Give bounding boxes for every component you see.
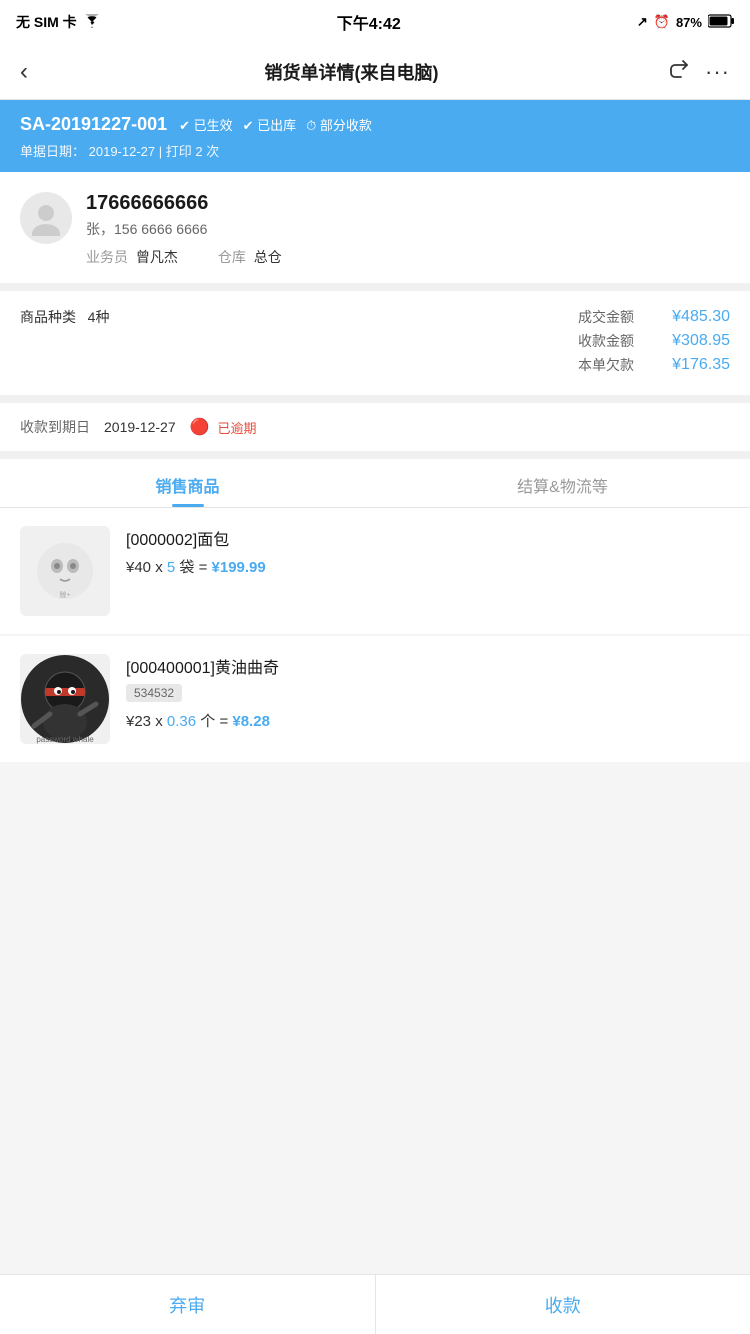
status-effected: ✔ 已生效 xyxy=(179,115,233,134)
amount-value: ¥485.30 xyxy=(650,308,730,326)
summary-right: 成交金额 ¥485.30 收款金额 ¥308.95 本单欠款 ¥176.35 xyxy=(578,307,730,379)
salesperson-label: 业务员 xyxy=(86,249,128,265)
overdue-badge: 已逾期 xyxy=(218,418,257,437)
customer-phone: 17666666666 xyxy=(86,192,730,215)
overdue-icon: 🔴 xyxy=(190,417,210,437)
amount-row: 成交金额 ¥485.30 xyxy=(578,307,730,327)
svg-text:password whale: password whale xyxy=(36,735,94,744)
wifi-icon xyxy=(83,14,101,31)
status-shipped: ✔ 已出库 xyxy=(243,115,297,134)
alarm-icon: ⏰ xyxy=(654,14,670,30)
product-type: 商品种类 4种 xyxy=(20,307,109,327)
cancel-review-button[interactable]: 弃审 xyxy=(0,1275,376,1334)
status-left: 无 SIM 卡 xyxy=(16,12,101,32)
order-id: SA-20191227-001 xyxy=(20,114,167,135)
owed-value: ¥176.35 xyxy=(650,356,730,374)
status-right: ↗ ⏰ 87% xyxy=(637,14,734,31)
page-title: 销货单详情(来自电脑) xyxy=(265,59,439,85)
sim-status: 无 SIM 卡 xyxy=(16,12,77,32)
due-section: 收款到期日 2019-12-27 🔴 已逾期 xyxy=(0,403,750,459)
print-separator: | 打印 xyxy=(159,144,196,159)
summary-section: 商品种类 4种 成交金额 ¥485.30 收款金额 ¥308.95 本单欠款 ¥… xyxy=(0,291,750,403)
amount-label: 成交金额 xyxy=(578,307,634,327)
back-button[interactable]: ‹ xyxy=(20,54,36,90)
customer-avatar xyxy=(20,192,72,244)
order-banner: SA-20191227-001 ✔ 已生效 ✔ 已出库 ⏱ 部分收款 单据日期：… xyxy=(0,100,750,172)
salesperson-field: 业务员 曾凡杰 xyxy=(86,247,178,267)
tabs-section: 销售商品 结算&物流等 xyxy=(0,459,750,508)
date-label: 单据日期： xyxy=(20,144,85,159)
tab-settlement-logistics[interactable]: 结算&物流等 xyxy=(375,459,750,507)
type-value: 4种 xyxy=(88,309,110,325)
received-row: 收款金额 ¥308.95 xyxy=(578,331,730,351)
status-time: 下午4:42 xyxy=(337,10,401,34)
products-section: 鲸+ [0000002]面包 ¥40 x 5 袋 = ¥199.99 xyxy=(0,508,750,762)
product-sku-badge: 534532 xyxy=(126,684,182,702)
salesperson-value: 曾凡杰 xyxy=(136,249,178,265)
received-value: ¥308.95 xyxy=(650,332,730,350)
due-label: 收款到期日 xyxy=(20,417,90,437)
order-date: 2019-12-27 xyxy=(89,144,156,159)
status-partial-paid: ⏱ 部分收款 xyxy=(306,115,372,134)
product-name-cookie: [000400001]黄油曲奇 xyxy=(126,654,730,678)
warehouse-value: 总仓 xyxy=(254,249,282,265)
product-image-bread: 鲸+ xyxy=(20,526,110,616)
nav-actions: ··· xyxy=(667,58,730,86)
product-info-cookie: [000400001]黄油曲奇 534532 ¥23 x 0.36 个 = ¥8… xyxy=(126,654,730,731)
location-icon: ↗ xyxy=(637,14,648,30)
product-price-cookie: ¥23 x 0.36 个 = ¥8.28 xyxy=(126,710,730,731)
battery-icon xyxy=(708,14,734,31)
warehouse-label: 仓库 xyxy=(218,249,246,265)
more-icon[interactable]: ··· xyxy=(705,59,730,85)
collect-payment-button[interactable]: 收款 xyxy=(376,1275,750,1334)
customer-info: 17666666666 张，156 6666 6666 业务员 曾凡杰 仓库 总… xyxy=(86,192,730,267)
owed-row: 本单欠款 ¥176.35 xyxy=(578,355,730,375)
due-date: 2019-12-27 xyxy=(104,419,176,435)
type-label: 商品种类 xyxy=(20,309,76,325)
tab-sales-products[interactable]: 销售商品 xyxy=(0,459,375,507)
nav-bar: ‹ 销货单详情(来自电脑) ··· xyxy=(0,44,750,100)
share-icon[interactable] xyxy=(667,58,689,86)
product-card: 鲸+ [0000002]面包 ¥40 x 5 袋 = ¥199.99 xyxy=(0,508,750,634)
owed-label: 本单欠款 xyxy=(578,355,634,375)
warehouse-field: 仓库 总仓 xyxy=(218,247,282,267)
bottom-bar: 弃审 收款 xyxy=(0,1274,750,1334)
order-status-badges: ✔ 已生效 ✔ 已出库 ⏱ 部分收款 xyxy=(179,115,372,134)
customer-section: 17666666666 张，156 6666 6666 业务员 曾凡杰 仓库 总… xyxy=(0,172,750,291)
product-card-2: password whale [000400001]黄油曲奇 534532 ¥2… xyxy=(0,636,750,762)
order-date-row: 单据日期： 2019-12-27 | 打印 2 次 xyxy=(20,141,730,160)
product-image-cookie: password whale xyxy=(20,654,110,744)
customer-meta: 业务员 曾凡杰 仓库 总仓 xyxy=(86,247,730,267)
summary-left: 商品种类 4种 xyxy=(20,307,109,329)
status-bar: 无 SIM 卡 下午4:42 ↗ ⏰ 87% xyxy=(0,0,750,44)
print-suffix: 次 xyxy=(206,144,219,159)
print-count: 2 xyxy=(195,144,202,159)
received-label: 收款金额 xyxy=(578,331,634,351)
product-info-bread: [0000002]面包 ¥40 x 5 袋 = ¥199.99 xyxy=(126,526,730,577)
battery-level: 87% xyxy=(676,15,702,30)
tabs-row: 销售商品 结算&物流等 xyxy=(0,459,750,507)
svg-text:鲸+: 鲸+ xyxy=(59,590,70,599)
customer-name: 张，156 6666 6666 xyxy=(86,219,730,239)
product-price-bread: ¥40 x 5 袋 = ¥199.99 xyxy=(126,556,730,577)
product-name-bread: [0000002]面包 xyxy=(126,526,730,550)
